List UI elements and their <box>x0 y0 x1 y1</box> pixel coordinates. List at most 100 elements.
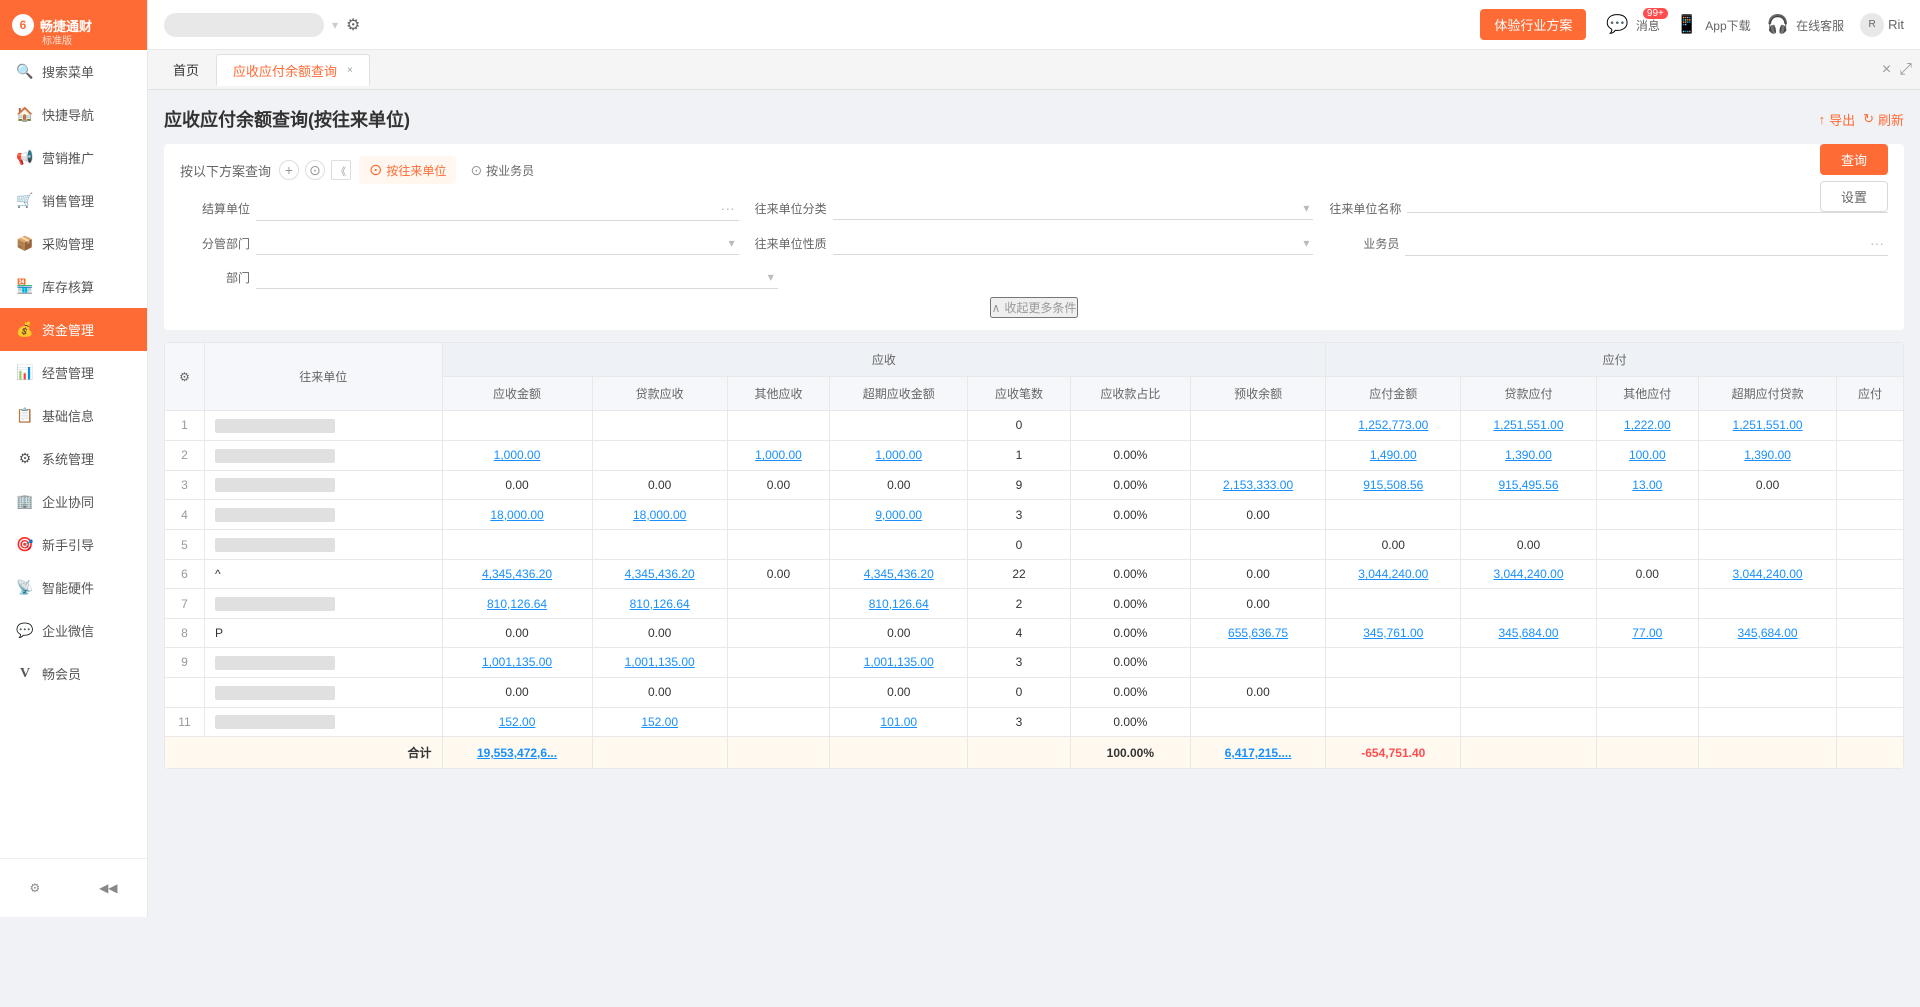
cell-receivable_amount[interactable]: 1,001,135.00 <box>442 647 592 677</box>
cell-overdue_receivable[interactable]: 1,001,135.00 <box>830 647 968 677</box>
cell-loan_payable[interactable]: 3,044,240.00 <box>1461 560 1596 589</box>
cell-loan_payable[interactable]: 915,495.56 <box>1461 470 1596 500</box>
dept-select[interactable]: ▾ <box>256 266 778 289</box>
filter-header: 按以下方案查询 + ⊙ 《 ⊙ 按往来单位 ⊙ 按业务员 <box>180 156 1888 184</box>
sidebar-item-member[interactable]: V 畅会员 <box>0 652 147 695</box>
sidebar-item-marketing[interactable]: 📢 营销推广 <box>0 136 147 179</box>
cell-payable_amount[interactable]: 345,761.00 <box>1326 618 1461 647</box>
sidebar-item-wechat[interactable]: 💬 企业微信 <box>0 609 147 652</box>
sidebar-item-finance[interactable]: 💰 资金管理 <box>0 308 147 351</box>
query-btn[interactable]: 查询 <box>1820 144 1888 175</box>
app-download-btn[interactable]: 📱 App下载 <box>1676 14 1751 35</box>
cell-loan_receivable[interactable]: 810,126.64 <box>592 589 727 619</box>
cell-overdue_payable[interactable]: 1,251,551.00 <box>1699 411 1837 441</box>
summary-label: 合计 <box>165 737 443 769</box>
cell-overdue_receivable[interactable]: 1,000.00 <box>830 440 968 470</box>
sidebar-item-corp[interactable]: 🏢 企业协同 <box>0 480 147 523</box>
cell-payable_amount[interactable]: 1,490.00 <box>1326 440 1461 470</box>
cell-receivable_ratio: 0.00% <box>1070 618 1190 647</box>
cell-prepaid_balance[interactable]: 2,153,333.00 <box>1190 470 1325 500</box>
filter-option-by-unit[interactable]: ⊙ 按往来单位 <box>359 156 456 184</box>
cell-payable-extra <box>1837 677 1904 707</box>
cell-other_payable[interactable]: 77.00 <box>1596 618 1698 647</box>
sidebar-bottom-settings[interactable]: ⚙ <box>13 871 56 905</box>
sidebar-item-quicknav[interactable]: 🏠 快捷导航 <box>0 93 147 136</box>
message-btn[interactable]: 💬 消息 99+ <box>1606 14 1659 35</box>
online-service-btn[interactable]: 🎧 在线客服 <box>1767 14 1844 35</box>
refresh-btn[interactable]: ↻ 刷新 <box>1863 110 1904 129</box>
sidebar-item-purchase[interactable]: 📦 采购管理 <box>0 222 147 265</box>
cell-prepaid_balance[interactable]: 655,636.75 <box>1190 618 1325 647</box>
cell-receivable_count: 4 <box>968 618 1070 647</box>
cell-loan_receivable[interactable]: 18,000.00 <box>592 500 727 530</box>
user-avatar[interactable]: R Rit <box>1860 13 1904 37</box>
filter-option-by-salesperson[interactable]: ⊙ 按业务员 <box>460 156 544 184</box>
cell-loan_payable[interactable]: 1,251,551.00 <box>1461 411 1596 441</box>
cell-overdue_payable[interactable]: 345,684.00 <box>1699 618 1837 647</box>
salesperson-input[interactable]: ··· <box>1405 231 1888 256</box>
filter-collapse-btn[interactable]: ∧ 收起更多条件 <box>990 297 1079 318</box>
cell-seq: 7 <box>165 589 205 619</box>
cell-receivable_amount[interactable]: 152.00 <box>442 707 592 737</box>
unitname-input[interactable] <box>1407 204 1888 213</box>
tab-close-icon[interactable]: × <box>347 65 353 76</box>
cell-payable_amount[interactable]: 1,252,773.00 <box>1326 411 1461 441</box>
cell-other_payable[interactable]: 1,222.00 <box>1596 411 1698 441</box>
cell-other_receivable[interactable]: 1,000.00 <box>727 440 829 470</box>
filter-options: ⊙ 按往来单位 ⊙ 按业务员 <box>359 156 544 184</box>
cell-overdue_receivable[interactable]: 810,126.64 <box>830 589 968 619</box>
filter-add-icon[interactable]: + <box>279 160 299 180</box>
table-settings-icon[interactable]: ⚙ <box>179 370 190 384</box>
window-maximize-icon[interactable]: ⤢ <box>1899 61 1912 79</box>
sidebar-item-guide[interactable]: 🎯 新手引导 <box>0 523 147 566</box>
cell-payable_amount[interactable]: 915,508.56 <box>1326 470 1461 500</box>
cell-overdue_payable: 0.00 <box>1699 470 1837 500</box>
sidebar-item-inventory[interactable]: 🏪 库存核算 <box>0 265 147 308</box>
cell-overdue_receivable[interactable]: 101.00 <box>830 707 968 737</box>
cell-receivable_amount[interactable]: 4,345,436.20 <box>442 560 592 589</box>
message-badge: 99+ <box>1643 8 1668 19</box>
cell-loan_payable[interactable]: 345,684.00 <box>1461 618 1596 647</box>
cell-loan_receivable[interactable]: 152.00 <box>592 707 727 737</box>
sidebar-bottom-collapse[interactable]: ◀◀ <box>83 871 133 905</box>
summary-prepaid-balance[interactable]: 6,417,215.... <box>1190 737 1325 769</box>
settlement-input[interactable]: ··· <box>256 196 739 221</box>
cell-receivable_amount[interactable]: 1,000.00 <box>442 440 592 470</box>
industry-btn[interactable]: 体验行业方案 <box>1480 9 1586 40</box>
cell-overdue_payable[interactable]: 1,390.00 <box>1699 440 1837 470</box>
filter-collapse-icon[interactable]: 《 <box>331 160 351 180</box>
cell-overdue_receivable[interactable]: 9,000.00 <box>830 500 968 530</box>
cell-receivable_amount[interactable]: 18,000.00 <box>442 500 592 530</box>
cell-overdue_receivable <box>830 530 968 560</box>
sidebar-item-sales[interactable]: 🛒 销售管理 <box>0 179 147 222</box>
sidebar-item-label-search: 搜索菜单 <box>42 62 94 81</box>
cell-loan_payable[interactable]: 1,390.00 <box>1461 440 1596 470</box>
sidebar-item-smart-hw[interactable]: 📡 智能硬件 <box>0 566 147 609</box>
cell-overdue_receivable[interactable]: 4,345,436.20 <box>830 560 968 589</box>
tab-receivable[interactable]: 应收应付余额查询 × <box>216 54 370 86</box>
sidebar-item-operations[interactable]: 📊 经营管理 <box>0 351 147 394</box>
category-select[interactable]: ▾ <box>833 197 1314 220</box>
settings-btn[interactable]: 设置 <box>1820 181 1888 212</box>
filter-option-icon-person: ⊙ <box>470 162 482 179</box>
sidebar-item-system[interactable]: ⚙ 系统管理 <box>0 437 147 480</box>
sidebar-item-label-member: 畅会员 <box>42 664 81 683</box>
cell-loan_receivable[interactable]: 4,345,436.20 <box>592 560 727 589</box>
unit-nature-select[interactable]: ▾ <box>833 232 1314 255</box>
window-close-icon[interactable]: × <box>1882 61 1891 79</box>
header-settings-icon[interactable]: ⚙ <box>346 15 360 35</box>
sidebar-item-search[interactable]: 🔍 搜索菜单 <box>0 50 147 93</box>
filter-settings-icon[interactable]: ⊙ <box>305 160 325 180</box>
sidebar-item-basic-info[interactable]: 📋 基础信息 <box>0 394 147 437</box>
cell-loan_receivable[interactable]: 1,001,135.00 <box>592 647 727 677</box>
cell-payable_amount[interactable]: 3,044,240.00 <box>1326 560 1461 589</box>
cell-overdue_payable[interactable]: 3,044,240.00 <box>1699 560 1837 589</box>
cell-other_payable[interactable]: 100.00 <box>1596 440 1698 470</box>
export-btn[interactable]: ↑ 导出 <box>1819 110 1856 129</box>
dept-head-select[interactable]: ▾ <box>256 232 739 255</box>
settlement-label: 结算单位 <box>180 200 250 217</box>
tab-home[interactable]: 首页 <box>156 54 216 86</box>
cell-other_payable[interactable]: 13.00 <box>1596 470 1698 500</box>
summary-receivable-amount[interactable]: 19,553,472,6... <box>442 737 592 769</box>
cell-receivable_amount[interactable]: 810,126.64 <box>442 589 592 619</box>
